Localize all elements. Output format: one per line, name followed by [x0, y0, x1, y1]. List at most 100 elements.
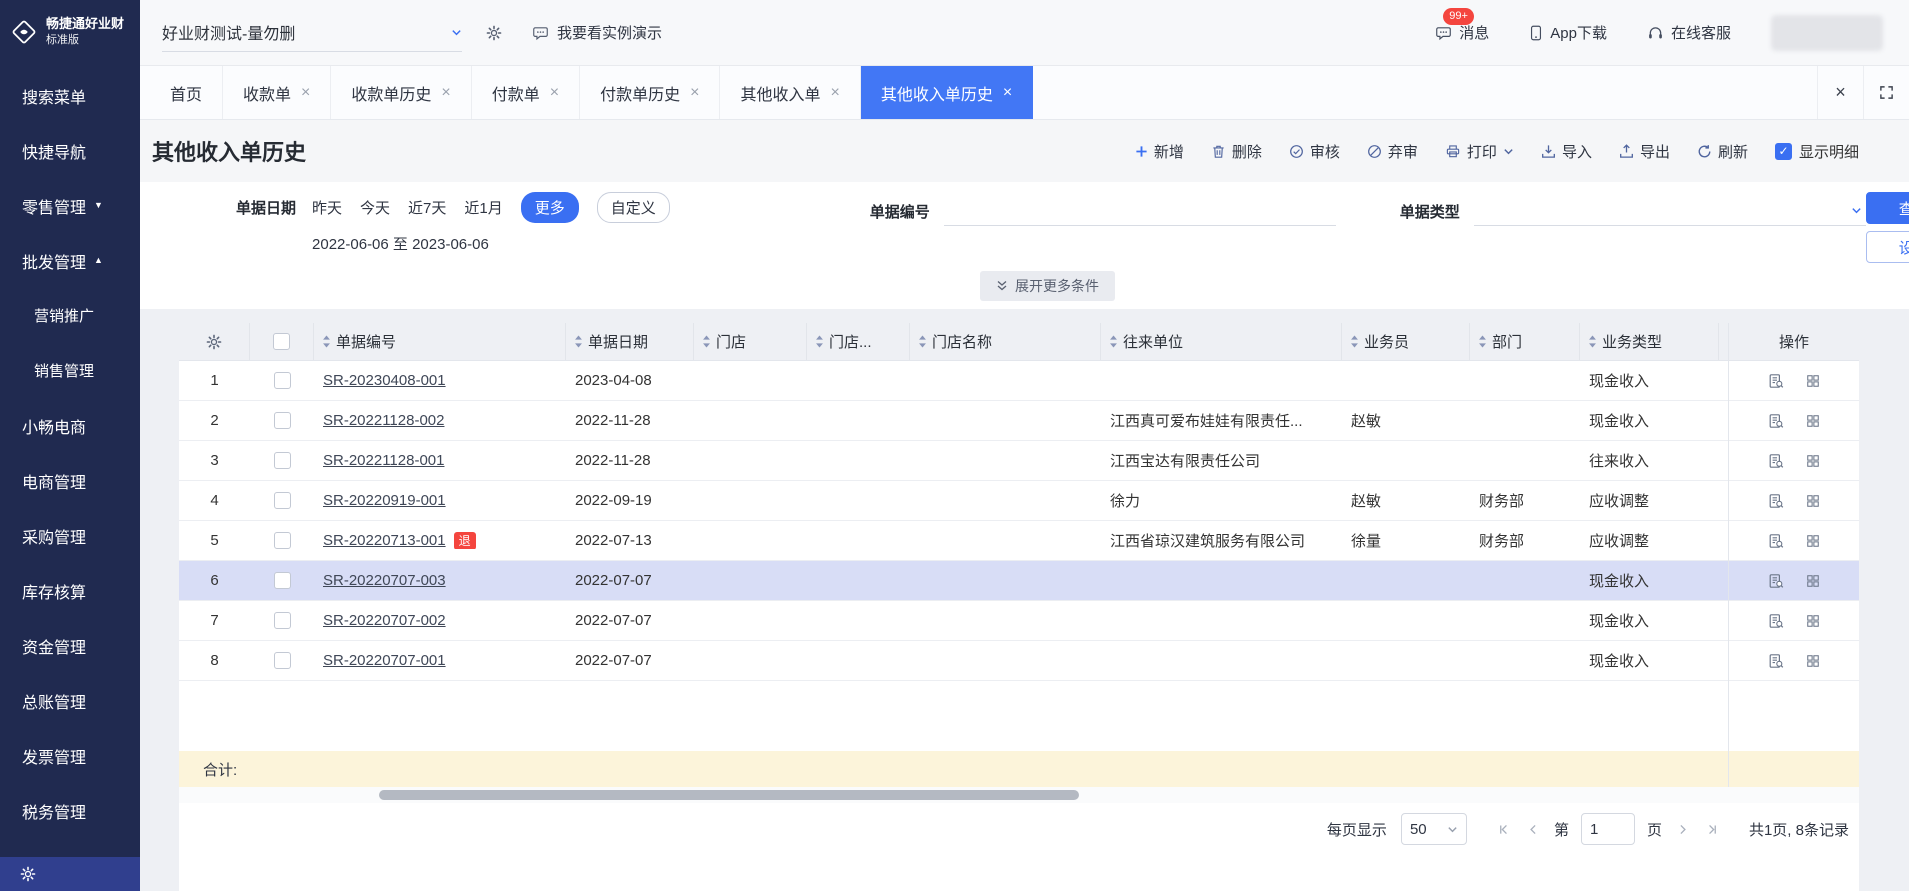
doc-no-input[interactable] — [943, 196, 1336, 226]
table-row[interactable]: 4 SR-20220919-001 2022-09-19 徐力 赵敏 财务部 应收调整 — [179, 481, 1859, 521]
doc-no-link[interactable]: SR-20220707-001 — [323, 652, 446, 669]
import-button[interactable]: 导入 — [1541, 141, 1592, 162]
show-detail-checkbox[interactable]: ✓ — [1774, 142, 1792, 160]
date-option[interactable]: 更多 — [520, 192, 579, 223]
sidebar-item[interactable]: 采购管理 — [0, 508, 140, 563]
view-document-icon[interactable] — [1768, 373, 1784, 389]
column-header-store_name[interactable]: 门店名称 — [910, 323, 1101, 360]
table-row[interactable]: 8 SR-20220707-001 2022-07-07 现金收入 — [179, 641, 1859, 681]
sidebar-item[interactable]: 总账管理 — [0, 673, 140, 728]
table-settings-cell[interactable] — [179, 323, 250, 360]
table-row[interactable]: 2 SR-20221128-002 2022-11-28 江西真可爱布娃娃有限责任..… — [179, 401, 1859, 441]
doc-no-link[interactable]: SR-20221128-001 — [323, 452, 444, 469]
column-header-store[interactable]: 门店 — [694, 323, 807, 360]
delete-button[interactable]: 删除 — [1211, 141, 1262, 162]
doc-no-link[interactable]: SR-20221128-002 — [323, 412, 444, 429]
view-document-icon[interactable] — [1768, 453, 1784, 469]
table-row[interactable]: 3 SR-20221128-001 2022-11-28 江西宝达有限责任公司 往来收入 — [179, 441, 1859, 481]
grid-more-icon[interactable] — [1806, 614, 1820, 628]
workspace-gear-icon[interactable] — [486, 25, 502, 41]
row-checkbox[interactable] — [273, 572, 291, 589]
view-document-icon[interactable] — [1768, 573, 1784, 589]
row-checkbox[interactable] — [273, 452, 291, 469]
export-button[interactable]: 导出 — [1619, 141, 1670, 162]
view-document-icon[interactable] — [1768, 653, 1784, 669]
audit-button[interactable]: 审核 — [1289, 141, 1340, 162]
table-row[interactable]: 6 SR-20220707-003 2022-07-07 现金收入 — [179, 561, 1859, 601]
column-header-dept[interactable]: 部门 — [1470, 323, 1580, 360]
row-checkbox[interactable] — [273, 612, 291, 629]
sidebar-item[interactable]: 库存核算 — [0, 563, 140, 618]
tab-close-icon[interactable]: × — [441, 84, 450, 101]
column-header-doc_no[interactable]: 单据编号 — [314, 323, 566, 360]
table-row[interactable]: 5 SR-20220713-001 退 2022-07-13 江西省琼汉建筑服务有限公司… — [179, 521, 1859, 561]
horizontal-scrollbar[interactable] — [179, 787, 1859, 803]
tab-close-icon[interactable]: × — [830, 84, 839, 101]
date-option[interactable]: 近1月 — [464, 197, 502, 218]
prev-page-button[interactable] — [1525, 823, 1542, 836]
row-checkbox[interactable] — [273, 372, 291, 389]
next-page-button[interactable] — [1674, 823, 1691, 836]
doc-no-link[interactable]: SR-20220707-002 — [323, 612, 446, 629]
tab[interactable]: 其他收入单历史 × — [860, 66, 1034, 119]
view-document-icon[interactable] — [1768, 413, 1784, 429]
demo-link[interactable]: 我要看实例演示 — [532, 22, 662, 43]
add-button[interactable]: 新增 — [1135, 141, 1184, 162]
print-button[interactable]: 打印 — [1445, 141, 1514, 162]
tab[interactable]: 付款单 × — [472, 66, 581, 119]
page-number-input[interactable] — [1580, 813, 1635, 845]
sidebar-item[interactable]: 小畅电商 — [0, 398, 140, 453]
date-option[interactable]: 昨天 — [312, 197, 342, 218]
date-option[interactable]: 自定义 — [596, 192, 670, 223]
table-gear-icon[interactable] — [206, 334, 222, 350]
sidebar-item[interactable]: 营销推广 — [0, 288, 140, 343]
org-selector[interactable]: 好业财测试-量勿删 — [162, 14, 462, 52]
column-header-store2[interactable]: 门店... — [807, 323, 910, 360]
doc-no-link[interactable]: SR-20220919-001 — [323, 492, 446, 509]
doc-no-link[interactable]: SR-20230408-001 — [323, 372, 446, 389]
app-download-button[interactable]: App下载 — [1529, 22, 1607, 43]
grid-more-icon[interactable] — [1806, 574, 1820, 588]
refresh-button[interactable]: 刷新 — [1697, 141, 1748, 162]
doc-no-link[interactable]: SR-20220713-001 — [323, 532, 446, 549]
grid-more-icon[interactable] — [1806, 654, 1820, 668]
tab-close-icon[interactable]: × — [690, 84, 699, 101]
date-option[interactable]: 近7天 — [408, 197, 446, 218]
expand-more-button[interactable]: 展开更多条件 — [980, 271, 1115, 301]
column-header-salesman[interactable]: 业务员 — [1342, 323, 1470, 360]
tab-close-icon[interactable]: × — [1003, 84, 1012, 101]
sidebar-item[interactable]: 批发管理 ▲ — [0, 233, 140, 288]
tab-close-icon[interactable]: × — [301, 84, 310, 101]
fullscreen-button[interactable] — [1863, 66, 1909, 119]
sidebar-item[interactable]: 快捷导航 — [0, 123, 140, 178]
user-account-blurred[interactable] — [1771, 14, 1883, 51]
grid-more-icon[interactable] — [1806, 414, 1820, 428]
row-checkbox[interactable] — [273, 652, 291, 669]
tab-close-icon[interactable]: × — [550, 84, 559, 101]
grid-more-icon[interactable] — [1806, 494, 1820, 508]
doc-no-link[interactable]: SR-20220707-003 — [323, 572, 446, 589]
tab[interactable]: 付款单历史 × — [580, 66, 721, 119]
row-checkbox[interactable] — [273, 492, 291, 509]
column-header-biz_type[interactable]: 业务类型 — [1580, 323, 1719, 360]
table-row[interactable]: 7 SR-20220707-002 2022-07-07 现金收入 — [179, 601, 1859, 641]
view-document-icon[interactable] — [1768, 533, 1784, 549]
sidebar-item[interactable]: 发票管理 — [0, 728, 140, 783]
tab[interactable]: 首页 — [150, 66, 224, 119]
row-checkbox[interactable] — [273, 412, 291, 429]
online-service-button[interactable]: 在线客服 — [1647, 22, 1731, 43]
select-all-checkbox[interactable] — [273, 333, 290, 350]
scrollbar-thumb[interactable] — [379, 790, 1079, 800]
column-header-date[interactable]: 单据日期 — [566, 323, 694, 360]
column-header-partner[interactable]: 往来单位 — [1101, 323, 1342, 360]
unaudit-button[interactable]: 弃审 — [1367, 141, 1418, 162]
settings-gear-icon[interactable] — [20, 866, 36, 882]
view-document-icon[interactable] — [1768, 493, 1784, 509]
grid-more-icon[interactable] — [1806, 534, 1820, 548]
view-document-icon[interactable] — [1768, 613, 1784, 629]
sidebar-item[interactable]: 搜索菜单 — [0, 68, 140, 123]
page-size-select[interactable]: 50 — [1400, 813, 1467, 845]
filter-settings-button[interactable]: 设置 — [1865, 231, 1909, 263]
sidebar-item[interactable]: 税务管理 — [0, 783, 140, 838]
sidebar-item[interactable]: 电商管理 — [0, 453, 140, 508]
